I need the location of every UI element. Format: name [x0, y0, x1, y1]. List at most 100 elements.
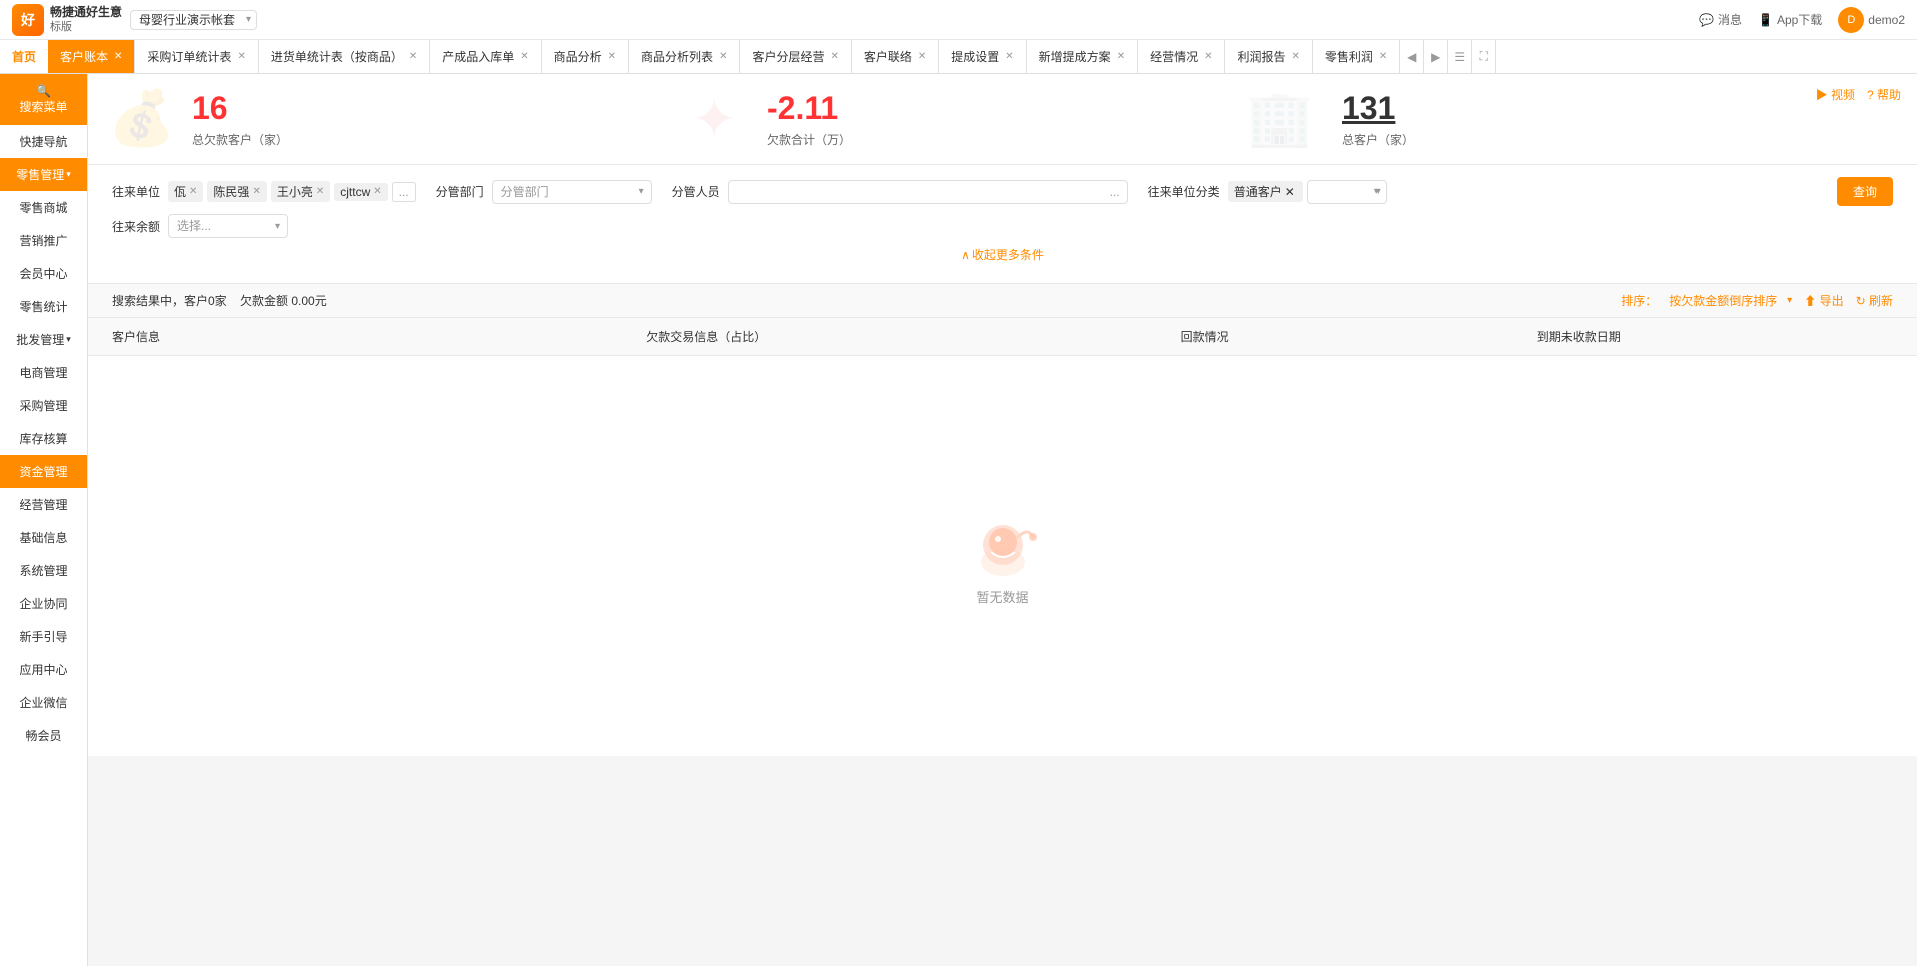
col-payment-status: 回款情况 — [1181, 328, 1537, 345]
unit-tag-3: cjttcw ✕ — [334, 183, 387, 201]
balance-label: 往来余额 — [112, 218, 160, 235]
table-body: 暂无数据 — [88, 356, 1917, 756]
app-download-btn[interactable]: 📱 App下载 — [1758, 11, 1822, 28]
balance-select-wrapper: 选择... — [168, 214, 288, 238]
stat-block-total-customers: 131 总客户（家） — [1318, 90, 1893, 148]
tab-product-analysis-list[interactable]: 商品分析列表 ✕ — [629, 40, 740, 74]
tab-fullscreen[interactable]: ⛶ — [1472, 40, 1496, 74]
unit-tag-2-remove[interactable]: ✕ — [316, 186, 324, 197]
sidebar-item-enterprise-collab[interactable]: 企业协同 — [0, 587, 87, 620]
unit-tags-more[interactable]: ... — [392, 182, 416, 202]
collapse-btn[interactable]: ∧ 收起更多条件 — [961, 246, 1044, 263]
stat-debt-label: 欠款合计（万） — [767, 131, 851, 148]
refresh-label: 刷新 — [1869, 294, 1893, 308]
tab-purchase-order-stats-label: 采购订单统计表 — [147, 48, 231, 65]
sidebar-item-app-center[interactable]: 应用中心 — [0, 653, 87, 686]
tab-customer-ledger[interactable]: 客户账本 ✕ — [48, 40, 135, 74]
video-btn[interactable]: ▶ 视频 — [1816, 86, 1855, 103]
unit-class-tag-0-remove[interactable]: ✕ — [1285, 185, 1295, 199]
industry-select[interactable]: 母婴行业演示帐套 — [130, 10, 257, 30]
logo-icon: 好 — [12, 4, 44, 36]
main-layout: 🔍 搜索菜单 快捷导航 零售管理 ▾ 零售商城 营销推广 会员中心 零售统计 批… — [0, 74, 1917, 966]
tab-commission-settings-close[interactable]: ✕ — [1005, 51, 1013, 62]
tab-customer-segment-close[interactable]: ✕ — [830, 51, 838, 62]
sidebar-item-marketing[interactable]: 营销推广 — [0, 224, 87, 257]
tab-new-commission-plan-close[interactable]: ✕ — [1117, 51, 1125, 62]
person-input[interactable] — [728, 180, 1128, 204]
tab-nav-menu[interactable]: ☰ — [1448, 40, 1472, 74]
unit-tag-1-remove[interactable]: ✕ — [252, 186, 260, 197]
tab-commission-settings[interactable]: 提成设置 ✕ — [939, 40, 1026, 74]
sort-select-wrapper: 按欠款金额倒序排序 — [1669, 294, 1792, 308]
tab-customer-segment[interactable]: 客户分层经营 ✕ — [740, 40, 851, 74]
tab-purchase-order-stats-close[interactable]: ✕ — [237, 51, 245, 62]
sidebar-search[interactable]: 🔍 搜索菜单 — [0, 74, 87, 125]
tab-product-analysis[interactable]: 商品分析 ✕ — [542, 40, 629, 74]
sidebar-item-purchase-mgmt[interactable]: 采购管理 — [0, 389, 87, 422]
app-label: App下载 — [1777, 11, 1822, 28]
tab-customer-contact-close[interactable]: ✕ — [918, 51, 926, 62]
tab-purchase-stats-by-product[interactable]: 进货单统计表（按商品） ✕ — [259, 40, 430, 74]
sidebar-item-vip-member[interactable]: 畅会员 — [0, 719, 87, 752]
tab-nav-prev[interactable]: ◀ — [1400, 40, 1424, 74]
sidebar-item-member-center[interactable]: 会员中心 — [0, 257, 87, 290]
unit-tag-0-remove[interactable]: ✕ — [189, 186, 197, 197]
search-icon: 🔍 — [36, 84, 51, 98]
sidebar-item-system-mgmt[interactable]: 系统管理 — [0, 554, 87, 587]
tab-operation-status[interactable]: 经营情况 ✕ — [1138, 40, 1225, 74]
query-button[interactable]: 查询 — [1837, 177, 1893, 206]
sort-select[interactable]: 按欠款金额倒序排序 — [1669, 294, 1792, 308]
sidebar-item-basic-info[interactable]: 基础信息 — [0, 521, 87, 554]
sidebar-item-finance-mgmt[interactable]: 资金管理 — [0, 455, 87, 488]
sidebar-item-ecommerce-mgmt[interactable]: 电商管理 — [0, 356, 87, 389]
message-btn[interactable]: 💬 消息 — [1699, 11, 1742, 28]
table-header: 客户信息 欠款交易信息（占比） 回款情况 到期未收款日期 — [88, 318, 1917, 356]
sidebar-retail-mgmt-label: 零售管理 — [16, 166, 64, 183]
dept-select[interactable]: 分管部门 — [492, 180, 652, 204]
refresh-btn[interactable]: ↻ 刷新 — [1856, 292, 1893, 309]
industry-select-wrapper[interactable]: 母婴行业演示帐套 — [130, 10, 257, 30]
sidebar-quick-nav[interactable]: 快捷导航 — [0, 125, 87, 158]
user-menu[interactable]: D demo2 — [1838, 7, 1905, 33]
sidebar-item-batch-mgmt[interactable]: 批发管理 ▾ — [0, 323, 87, 356]
tab-purchase-stats-by-product-close[interactable]: ✕ — [409, 51, 417, 62]
export-btn[interactable]: ⬆ 导出 — [1804, 292, 1843, 309]
tab-product-analysis-close[interactable]: ✕ — [608, 51, 616, 62]
tab-customer-contact-label: 客户联络 — [864, 48, 912, 65]
top-bar: 好 畅捷通好生意 标版 母婴行业演示帐套 💬 消息 📱 App下载 D demo… — [0, 0, 1917, 40]
tab-home[interactable]: 首页 — [0, 40, 48, 74]
tab-operation-status-close[interactable]: ✕ — [1204, 51, 1212, 62]
tab-product-inbound[interactable]: 产成品入库单 ✕ — [430, 40, 541, 74]
tab-nav-next[interactable]: ▶ — [1424, 40, 1448, 74]
tab-new-commission-plan[interactable]: 新增提成方案 ✕ — [1027, 40, 1138, 74]
tab-customer-ledger-label: 客户账本 — [60, 48, 108, 65]
balance-select[interactable]: 选择... — [168, 214, 288, 238]
sidebar-ecommerce-label: 电商管理 — [19, 366, 67, 380]
content-area: 💰 16 总欠款客户（家） ✦ -2.11 欠款合计（万） 🏢 131 总客户（… — [88, 74, 1917, 966]
tab-customer-ledger-close[interactable]: ✕ — [114, 51, 122, 62]
sidebar-item-operation-mgmt[interactable]: 经营管理 — [0, 488, 87, 521]
sidebar-item-enterprise-wechat[interactable]: 企业微信 — [0, 686, 87, 719]
unit-tag-0: 佤 ✕ — [168, 181, 203, 202]
help-btn[interactable]: ? 帮助 — [1867, 86, 1901, 103]
app-icon: 📱 — [1758, 13, 1773, 27]
tab-customer-contact[interactable]: 客户联络 ✕ — [852, 40, 939, 74]
tab-product-inbound-close[interactable]: ✕ — [520, 51, 528, 62]
tab-profit-report-close[interactable]: ✕ — [1292, 51, 1300, 62]
tab-product-analysis-list-close[interactable]: ✕ — [719, 51, 727, 62]
tab-purchase-order-stats[interactable]: 采购订单统计表 ✕ — [135, 40, 258, 74]
tab-retail-profit-close[interactable]: ✕ — [1379, 51, 1387, 62]
export-icon: ⬆ — [1804, 294, 1816, 308]
sidebar-item-retail-mgmt[interactable]: 零售管理 ▾ — [0, 158, 87, 191]
sidebar-item-new-user-guide[interactable]: 新手引导 — [0, 620, 87, 653]
stat-total-customers-label: 总客户（家） — [1342, 131, 1414, 148]
chevron-down-icon: ▾ — [66, 169, 71, 180]
unit-class-select[interactable] — [1307, 180, 1387, 204]
tab-retail-profit[interactable]: 零售利润 ✕ — [1313, 40, 1400, 74]
sidebar-item-inventory-check[interactable]: 库存核算 — [0, 422, 87, 455]
unit-tag-3-remove[interactable]: ✕ — [373, 186, 381, 197]
sidebar-item-retail-stats[interactable]: 零售统计 — [0, 290, 87, 323]
sidebar-item-retail-store[interactable]: 零售商城 — [0, 191, 87, 224]
person-input-ellipsis[interactable]: ... — [1110, 185, 1120, 199]
tab-profit-report[interactable]: 利润报告 ✕ — [1225, 40, 1312, 74]
